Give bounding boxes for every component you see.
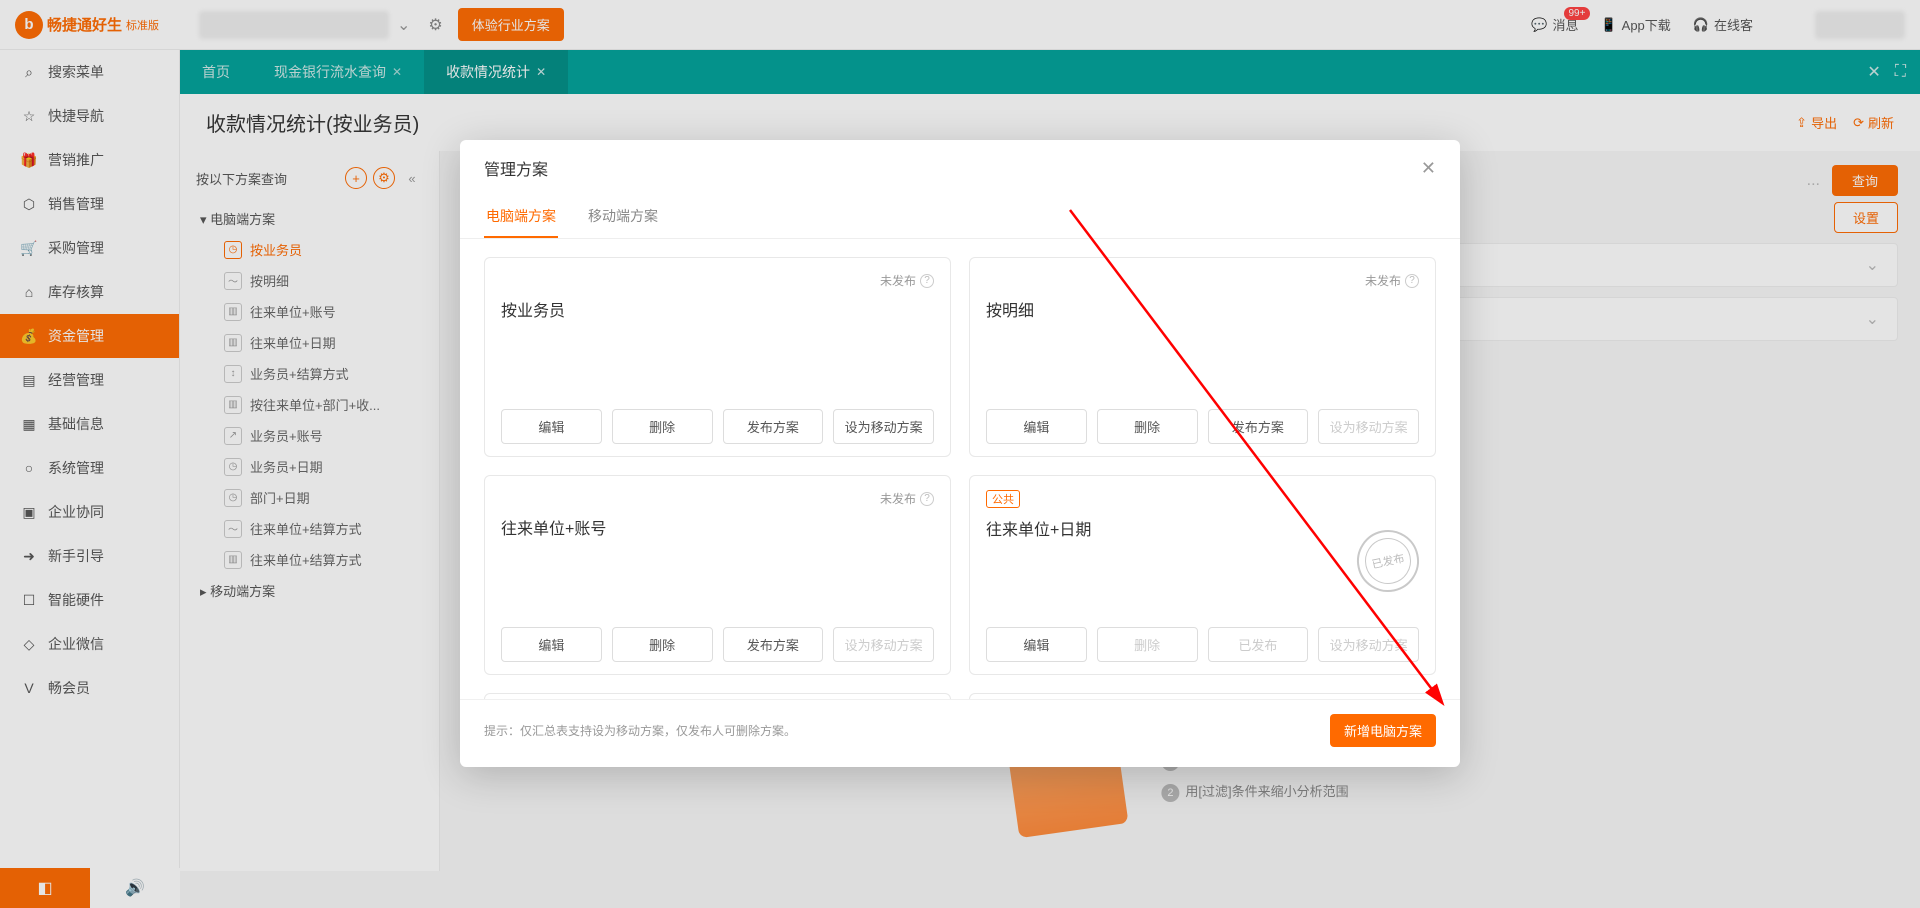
public-tag: 公共 xyxy=(986,490,1020,508)
card-action[interactable]: 编辑 xyxy=(501,627,602,662)
plan-card-0: 未发布 ? 按业务员编辑删除发布方案设为移动方案 xyxy=(484,257,951,457)
modal-tab-desktop[interactable]: 电脑端方案 xyxy=(484,196,558,238)
plan-card-3: 公共往来单位+日期已发布编辑删除已发布设为移动方案 xyxy=(969,475,1436,675)
card-action-disabled: 设为移动方案 xyxy=(1318,627,1419,662)
add-plan-button[interactable]: 新增电脑方案 xyxy=(1330,714,1436,747)
modal-tabs: 电脑端方案 移动端方案 xyxy=(460,196,1460,239)
help-icon[interactable]: ? xyxy=(920,274,934,288)
card-action-disabled: 删除 xyxy=(1097,627,1198,662)
modal-tip: 提示：仅汇总表支持设为移动方案，仅发布人可删除方案。 xyxy=(484,722,796,739)
help-icon[interactable]: ? xyxy=(1405,274,1419,288)
modal-body: 未发布 ?按业务员编辑删除发布方案设为移动方案未发布 ?按明细编辑删除发布方案设… xyxy=(460,239,1460,699)
card-action-disabled: 已发布 xyxy=(1208,627,1309,662)
modal-header: 管理方案 ✕ xyxy=(460,140,1460,196)
card-action-disabled: 设为移动方案 xyxy=(833,627,934,662)
plan-card-peek xyxy=(484,693,951,699)
modal-title: 管理方案 xyxy=(484,156,548,180)
card-action[interactable]: 删除 xyxy=(612,409,713,444)
plan-card-1: 未发布 ? 按明细编辑删除发布方案设为移动方案 xyxy=(969,257,1436,457)
card-action[interactable]: 发布方案 xyxy=(723,627,824,662)
help-icon[interactable]: ? xyxy=(920,492,934,506)
card-action[interactable]: 发布方案 xyxy=(1208,409,1309,444)
card-title: 按明细 xyxy=(986,297,1419,321)
card-action[interactable]: 设为移动方案 xyxy=(833,409,934,444)
card-title: 往来单位+日期 xyxy=(986,516,1419,540)
card-status: 未发布 ? xyxy=(880,272,934,289)
plan-card-peek xyxy=(969,693,1436,699)
card-title: 按业务员 xyxy=(501,297,934,321)
card-status: 未发布 ? xyxy=(1365,272,1419,289)
card-action[interactable]: 编辑 xyxy=(986,627,1087,662)
manage-plan-modal: 管理方案 ✕ 电脑端方案 移动端方案 未发布 ?按业务员编辑删除发布方案设为移动… xyxy=(460,140,1460,767)
card-action[interactable]: 删除 xyxy=(612,627,713,662)
plan-card-2: 未发布 ? 往来单位+账号编辑删除发布方案设为移动方案 xyxy=(484,475,951,675)
card-title: 往来单位+账号 xyxy=(501,515,934,539)
card-action-disabled: 设为移动方案 xyxy=(1318,409,1419,444)
modal-tab-mobile[interactable]: 移动端方案 xyxy=(586,196,660,238)
card-action[interactable]: 删除 xyxy=(1097,409,1198,444)
card-action[interactable]: 发布方案 xyxy=(723,409,824,444)
card-action[interactable]: 编辑 xyxy=(986,409,1087,444)
card-status: 未发布 ? xyxy=(880,490,934,507)
card-action[interactable]: 编辑 xyxy=(501,409,602,444)
modal-close-icon[interactable]: ✕ xyxy=(1421,158,1436,179)
modal-footer: 提示：仅汇总表支持设为移动方案，仅发布人可删除方案。 新增电脑方案 xyxy=(460,699,1460,767)
modal-overlay: 管理方案 ✕ 电脑端方案 移动端方案 未发布 ?按业务员编辑删除发布方案设为移动… xyxy=(0,0,1920,908)
